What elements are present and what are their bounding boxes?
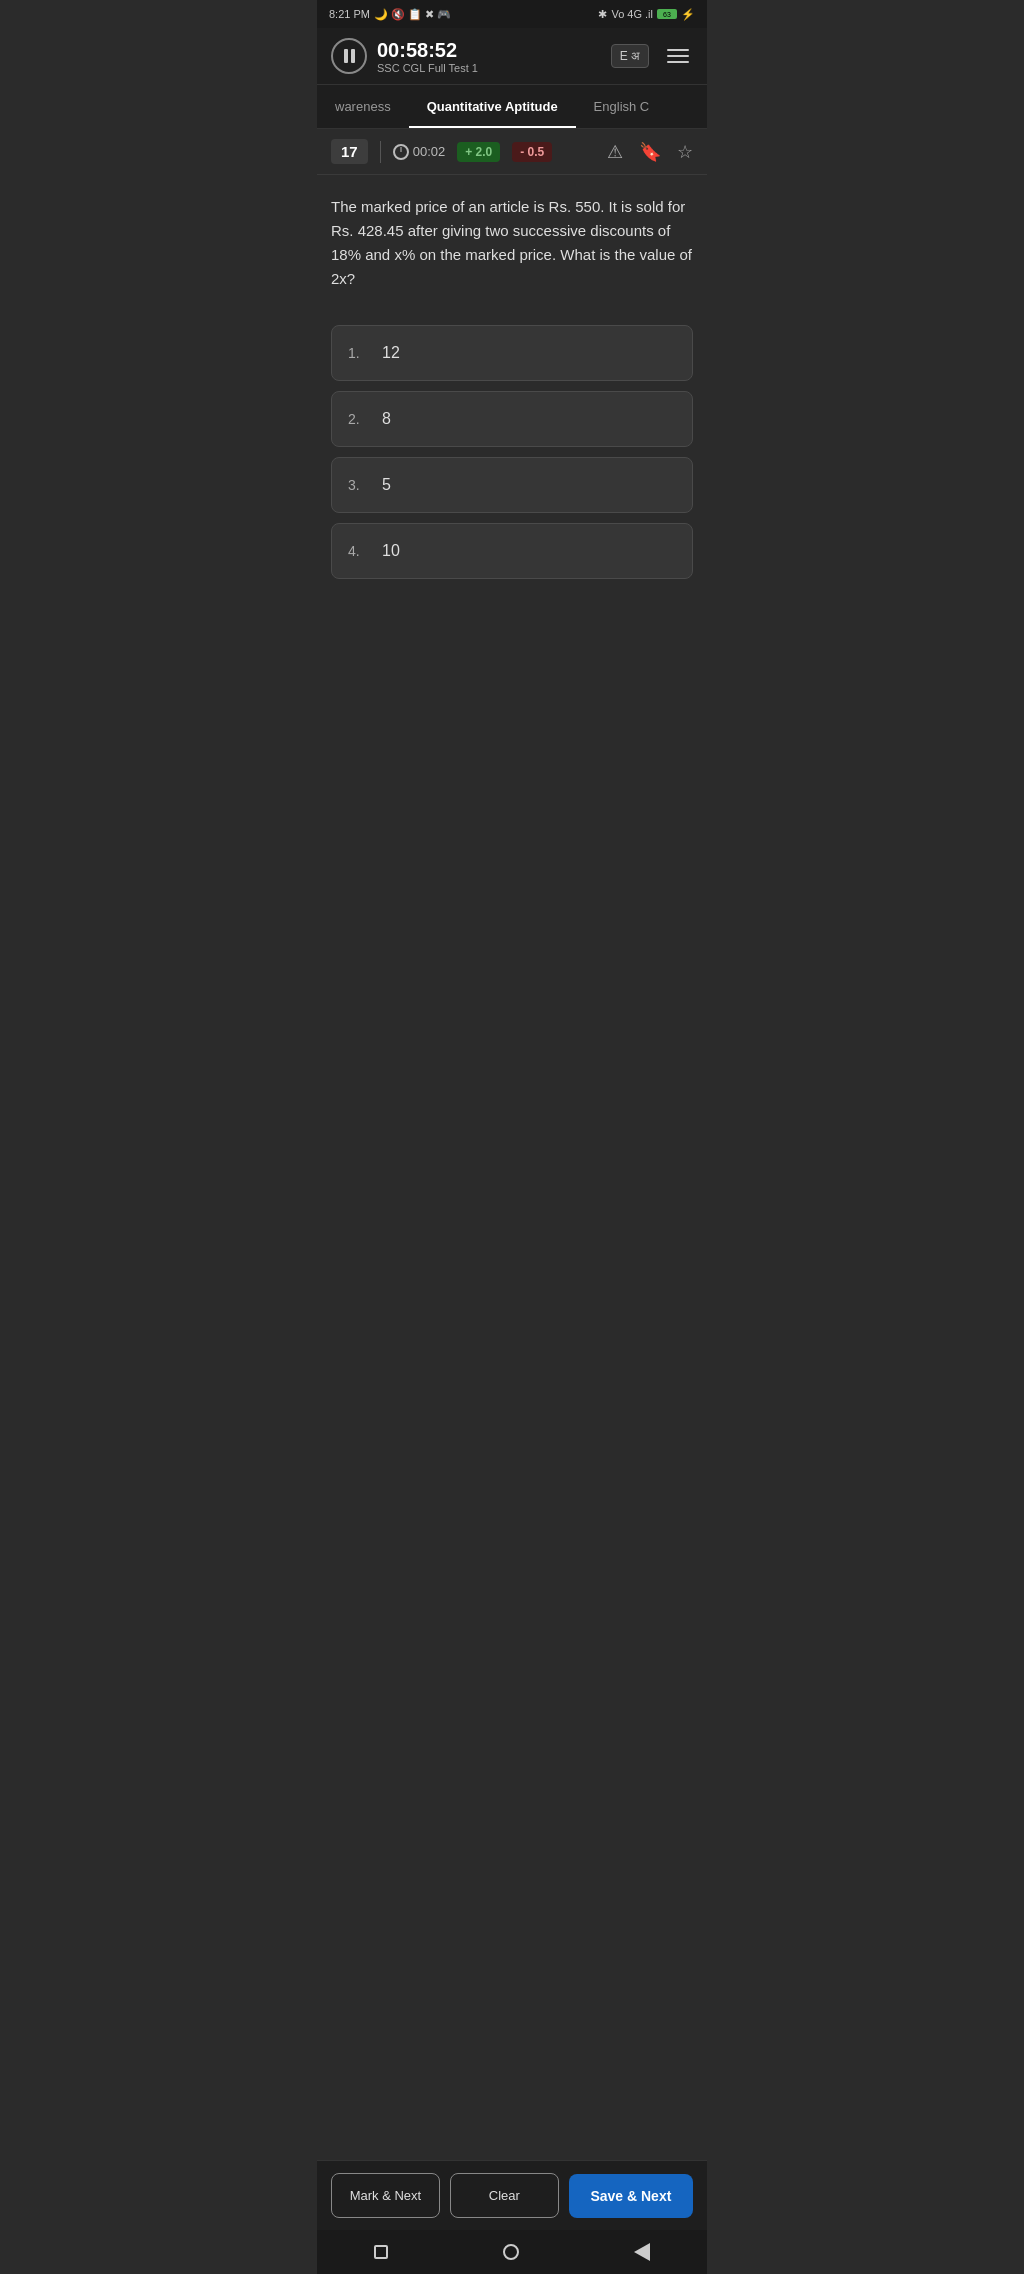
option-2-value: 8 [382, 410, 391, 428]
pause-button[interactable] [331, 38, 367, 74]
option-4-number: 4. [348, 543, 368, 559]
question-number: 17 [331, 139, 368, 164]
negative-score-badge: - 0.5 [512, 142, 552, 162]
option-4[interactable]: 4. 10 [331, 523, 693, 579]
time-elapsed-value: 00:02 [413, 144, 446, 159]
app-header: 00:58:52 SSC CGL Full Test 1 E अ [317, 28, 707, 85]
tabs-container: wareness Quantitative Aptitude English C [317, 85, 707, 129]
header-right: E अ [611, 44, 693, 68]
language-toggle-button[interactable]: E अ [611, 44, 649, 68]
pause-icon [344, 49, 355, 63]
signal-icons: Vo 4G .il [611, 8, 653, 20]
clock-icon [393, 144, 409, 160]
option-1-number: 1. [348, 345, 368, 361]
bookmark-icon[interactable]: 🔖 [639, 141, 661, 163]
star-icon[interactable]: ☆ [677, 141, 693, 163]
hamburger-bar-3 [667, 61, 689, 63]
tab-awareness[interactable]: wareness [317, 85, 409, 128]
tab-english[interactable]: English C [576, 85, 668, 128]
options-list: 1. 12 2. 8 3. 5 4. 10 [317, 325, 707, 579]
meta-divider [380, 141, 381, 163]
option-2-number: 2. [348, 411, 368, 427]
charging-icon: ⚡ [681, 8, 695, 21]
question-text: The marked price of an article is Rs. 55… [331, 195, 693, 291]
status-bar: 8:21 PM 🌙 🔇 📋 ✖ 🎮 ✱ Vo 4G .il ⚡ [317, 0, 707, 28]
menu-button[interactable] [663, 45, 693, 67]
warning-icon[interactable]: ⚠ [607, 141, 623, 163]
meta-action-icons: ⚠ 🔖 ☆ [607, 141, 693, 163]
content-spacer [317, 579, 707, 859]
question-content: The marked price of an article is Rs. 55… [317, 175, 707, 325]
header-left: 00:58:52 SSC CGL Full Test 1 [331, 38, 478, 74]
timer-value: 00:58:52 [377, 39, 478, 62]
option-2[interactable]: 2. 8 [331, 391, 693, 447]
hamburger-bar-1 [667, 49, 689, 51]
positive-score-badge: + 2.0 [457, 142, 500, 162]
time-elapsed-badge: 00:02 [393, 144, 446, 160]
question-meta-bar: 17 00:02 + 2.0 - 0.5 ⚠ 🔖 ☆ [317, 129, 707, 175]
bluetooth-icon: ✱ [598, 8, 607, 21]
battery-icon [657, 9, 677, 19]
option-3[interactable]: 3. 5 [331, 457, 693, 513]
option-1-value: 12 [382, 344, 400, 362]
test-name: SSC CGL Full Test 1 [377, 62, 478, 74]
header-timer: 00:58:52 SSC CGL Full Test 1 [377, 39, 478, 74]
status-time: 8:21 PM [329, 8, 370, 20]
option-1[interactable]: 1. 12 [331, 325, 693, 381]
option-3-value: 5 [382, 476, 391, 494]
hamburger-bar-2 [667, 55, 689, 57]
status-icons: 🌙 🔇 📋 ✖ 🎮 [374, 8, 451, 21]
option-4-value: 10 [382, 542, 400, 560]
status-left: 8:21 PM 🌙 🔇 📋 ✖ 🎮 [329, 8, 451, 21]
status-right: ✱ Vo 4G .il ⚡ [598, 8, 695, 21]
option-3-number: 3. [348, 477, 368, 493]
tab-quantitative-aptitude[interactable]: Quantitative Aptitude [409, 85, 576, 128]
